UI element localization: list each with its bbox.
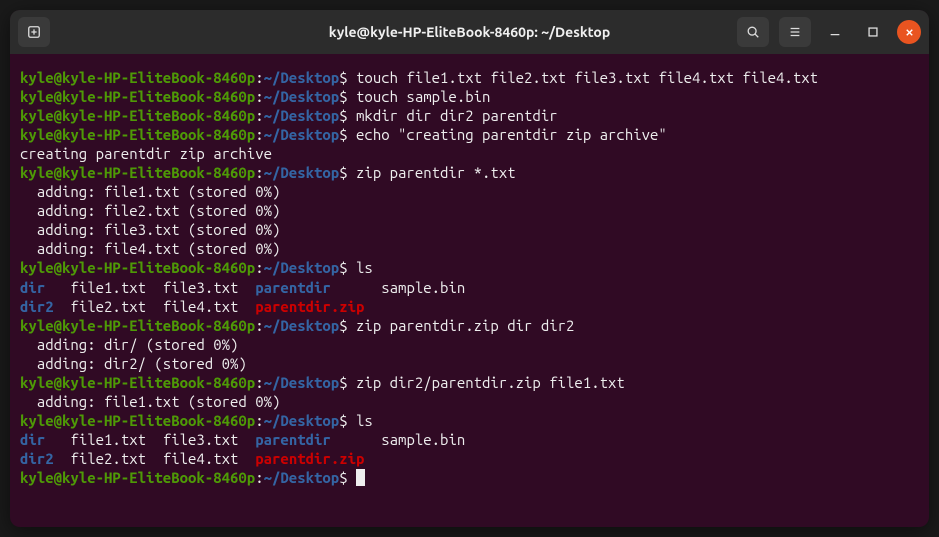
maximize-icon bbox=[866, 25, 880, 39]
search-button[interactable] bbox=[737, 17, 769, 47]
close-button[interactable] bbox=[897, 20, 921, 44]
new-tab-button[interactable] bbox=[18, 17, 50, 47]
hamburger-icon bbox=[788, 25, 802, 39]
new-tab-icon bbox=[27, 25, 41, 39]
terminal-output[interactable]: kyle@kyle-HP-EliteBook-8460p:~/Desktop$ … bbox=[10, 54, 929, 527]
minimize-button[interactable] bbox=[821, 17, 849, 47]
titlebar: kyle@kyle-HP-EliteBook-8460p: ~/Desktop bbox=[10, 10, 929, 54]
maximize-button[interactable] bbox=[859, 17, 887, 47]
search-icon bbox=[746, 25, 760, 39]
minimize-icon bbox=[828, 25, 842, 39]
window-title: kyle@kyle-HP-EliteBook-8460p: ~/Desktop bbox=[329, 24, 611, 40]
close-icon bbox=[904, 27, 915, 38]
terminal-window: kyle@kyle-HP-EliteBook-8460p: ~/Desktop bbox=[10, 10, 929, 527]
menu-button[interactable] bbox=[779, 17, 811, 47]
